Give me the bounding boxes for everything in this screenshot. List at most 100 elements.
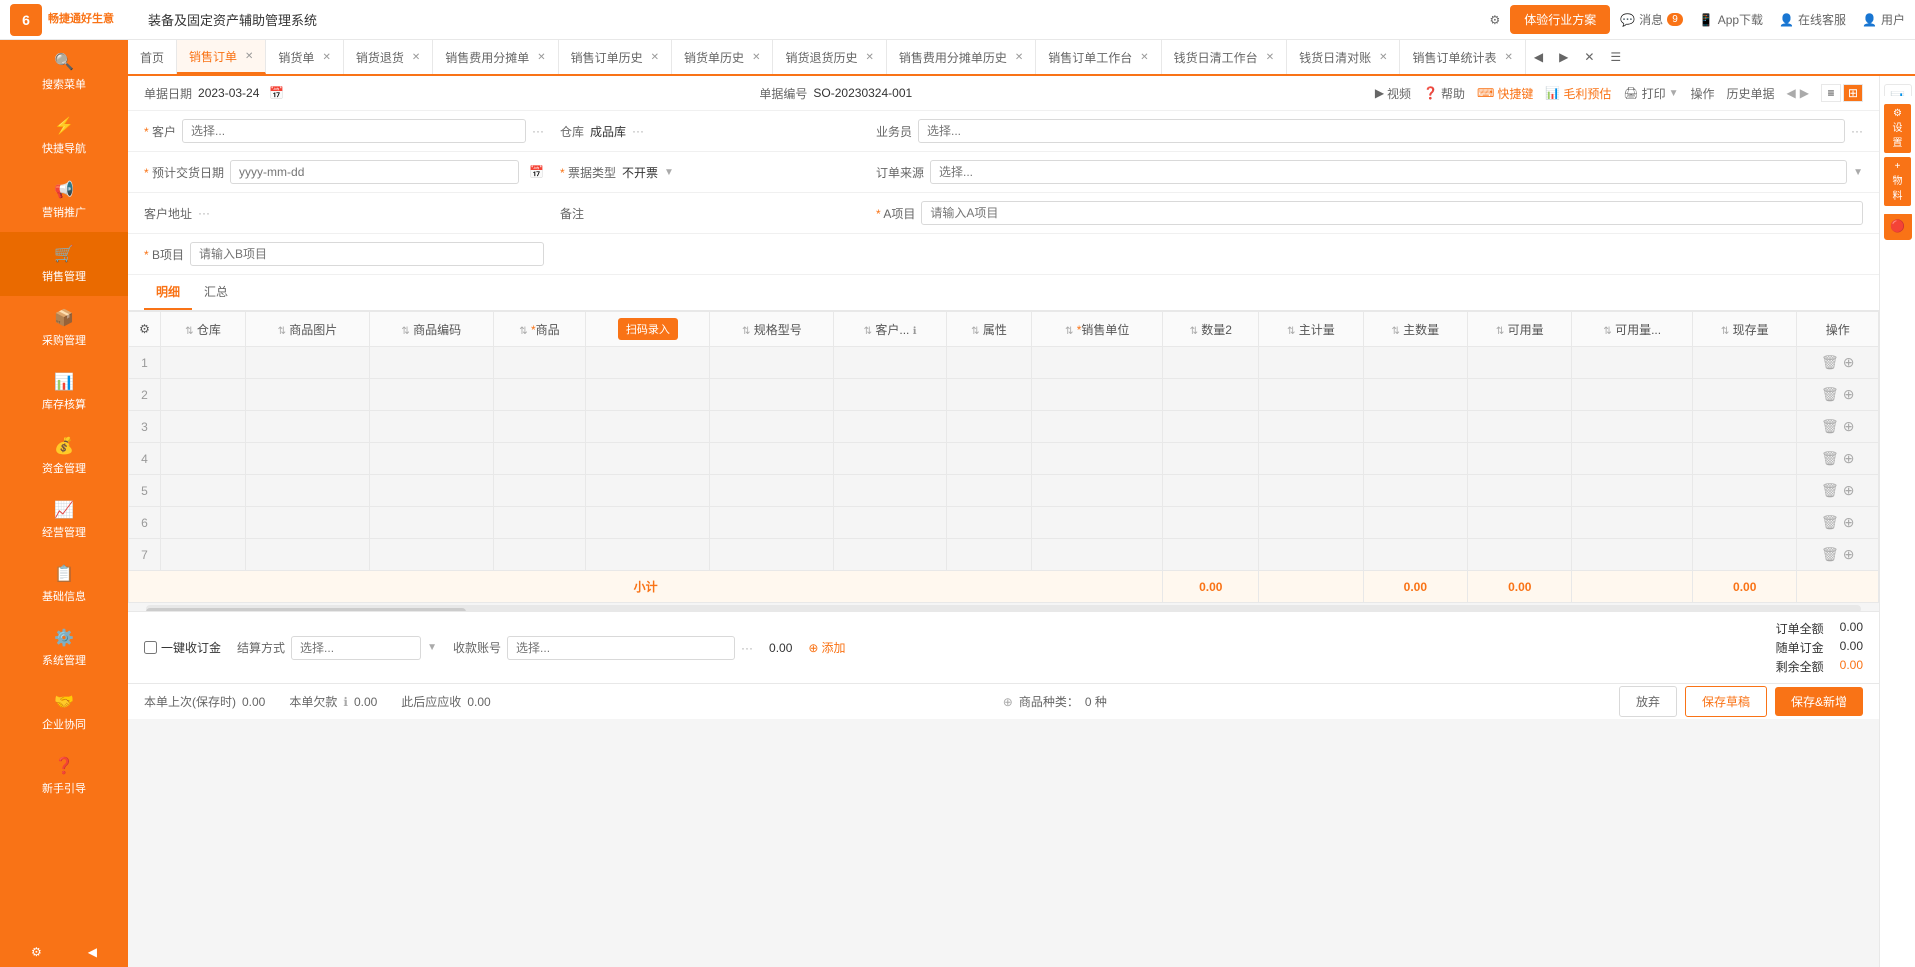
sidebar-collapse-icon[interactable]: ◀ [88,945,97,959]
row7-copy-icon[interactable]: ⊕ [1843,546,1855,563]
sidebar-item-finance[interactable]: 💰 资金管理 [0,424,128,488]
sidebar-item-inventory[interactable]: 📊 库存核算 [0,360,128,424]
one-click-checkout-checkbox[interactable] [144,641,157,654]
sales-unit-sort-icon[interactable]: ⇅ [1065,326,1073,337]
product-type-icon[interactable]: ⊕ [1003,695,1013,709]
row2-attribute[interactable] [946,379,1031,411]
calendar-icon[interactable]: 📅 [269,86,284,100]
tab-sales-fee-history[interactable]: 销售费用分摊单历史 ✕ [887,40,1036,74]
main-uom-sort-icon[interactable]: ⇅ [1287,326,1295,337]
row4-spec[interactable] [710,443,834,475]
row5-main-uom[interactable] [1259,475,1363,507]
table-settings-icon[interactable]: ⚙ [139,322,150,336]
discard-btn[interactable]: 放弃 [1619,686,1677,717]
row1-main-uom[interactable] [1259,347,1363,379]
account-input[interactable] [507,636,735,660]
row3-product-image[interactable] [246,411,370,443]
row2-main-qty[interactable] [1363,379,1467,411]
row7-attribute[interactable] [946,539,1031,571]
warehouse-sort-icon[interactable]: ⇅ [185,326,193,337]
product-image-sort-icon[interactable]: ⇅ [278,326,286,337]
row7-available-qty[interactable] [1468,539,1572,571]
qty2-sort-icon[interactable]: ⇅ [1190,326,1198,337]
row3-customer-attr[interactable] [834,411,947,443]
tab-sales-order-workbench[interactable]: 销售订单工作台 ✕ [1036,40,1161,74]
row1-main-qty[interactable] [1363,347,1467,379]
row4-main-qty[interactable] [1363,443,1467,475]
row4-delete-icon[interactable]: 🗑 [1821,450,1839,467]
customer-input[interactable] [182,119,526,143]
col-header-scan[interactable]: 扫码录入 [586,312,710,347]
row7-current-stock[interactable] [1693,539,1797,571]
row4-warehouse[interactable] [161,443,246,475]
row3-copy-icon[interactable]: ⊕ [1843,418,1855,435]
row1-qty2[interactable] [1163,347,1259,379]
row6-main-uom[interactable] [1259,507,1363,539]
history-btn[interactable]: 历史单据 [1727,85,1775,102]
sidebar-item-enterprise[interactable]: 🤝 企业协同 [0,680,128,744]
row2-spec[interactable] [710,379,834,411]
tab-sales-fee-history-close[interactable]: ✕ [1015,52,1023,63]
form-view-btn[interactable]: ⊞ [1843,84,1863,102]
col-header-settings[interactable]: ⚙ [129,312,161,347]
list-view-btn[interactable]: ≡ [1821,84,1841,102]
available-more-sort-icon[interactable]: ⇅ [1603,326,1611,337]
row3-available-more[interactable] [1572,411,1693,443]
row6-product-image[interactable] [246,507,370,539]
row1-current-stock[interactable] [1693,347,1797,379]
row6-current-stock[interactable] [1693,507,1797,539]
tab-receivable-workbench[interactable]: 钱货日清工作台 ✕ [1162,40,1287,74]
sidebar-item-basic[interactable]: 📋 基础信息 [0,552,128,616]
row2-product-code[interactable] [369,379,493,411]
row5-main-qty[interactable] [1363,475,1467,507]
app-download-btn[interactable]: 📱 App下载 [1699,11,1763,28]
row3-product-code[interactable] [369,411,493,443]
row1-customer-attr[interactable] [834,347,947,379]
tab-sales-order-history[interactable]: 销售订单历史 ✕ [559,40,672,74]
tab-sales-order-workbench-close[interactable]: ✕ [1140,52,1148,63]
row3-current-stock[interactable] [1693,411,1797,443]
row1-warehouse[interactable] [161,347,246,379]
row6-warehouse[interactable] [161,507,246,539]
tab-sales-order-history-close[interactable]: ✕ [651,52,659,63]
tab-sales-history-close[interactable]: ✕ [752,52,760,63]
row5-customer-attr[interactable] [834,475,947,507]
row1-available-qty[interactable] [1468,347,1572,379]
tab-sales-refund-history[interactable]: 销货退货历史 ✕ [773,40,886,74]
tab-sales-refund-history-close[interactable]: ✕ [865,52,873,63]
row3-spec[interactable] [710,411,834,443]
spec-sort-icon[interactable]: ⇅ [742,326,750,337]
salesperson-more-btn[interactable]: ··· [1851,124,1863,138]
row2-product[interactable] [493,379,586,411]
row7-qty2[interactable] [1163,539,1259,571]
row6-product-code[interactable] [369,507,493,539]
help-btn[interactable]: ❓ 帮助 [1423,85,1465,102]
row5-product[interactable] [493,475,586,507]
sidebar-item-operations[interactable]: 📈 经营管理 [0,488,128,552]
available-qty-sort-icon[interactable]: ⇅ [1496,326,1504,337]
main-qty-sort-icon[interactable]: ⇅ [1391,326,1399,337]
row6-main-qty[interactable] [1363,507,1467,539]
sidebar-item-purchase[interactable]: 📦 采购管理 [0,296,128,360]
row3-qty2[interactable] [1163,411,1259,443]
row1-product-code[interactable] [369,347,493,379]
tab-sales-order-close[interactable]: ✕ [245,51,253,62]
customer-attr-info-icon[interactable]: ℹ [913,326,917,337]
tab-home[interactable]: 首页 [128,40,177,74]
row7-sales-unit[interactable] [1032,539,1163,571]
row6-qty2[interactable] [1163,507,1259,539]
row4-product-code[interactable] [369,443,493,475]
industry-btn[interactable]: 体验行业方案 [1510,5,1610,34]
row4-attribute[interactable] [946,443,1031,475]
row3-product[interactable] [493,411,586,443]
row1-product[interactable] [493,347,586,379]
topbar-gear-icon[interactable]: ⚙ [1489,13,1500,27]
message-btn[interactable]: 💬 消息 9 [1620,11,1683,28]
row5-sales-unit[interactable] [1032,475,1163,507]
row4-available-more[interactable] [1572,443,1693,475]
current-credit-info-icon[interactable]: ℹ [343,695,348,709]
row1-product-image[interactable] [246,347,370,379]
row2-available-more[interactable] [1572,379,1693,411]
row5-copy-icon[interactable]: ⊕ [1843,482,1855,499]
row3-sales-unit[interactable] [1032,411,1163,443]
